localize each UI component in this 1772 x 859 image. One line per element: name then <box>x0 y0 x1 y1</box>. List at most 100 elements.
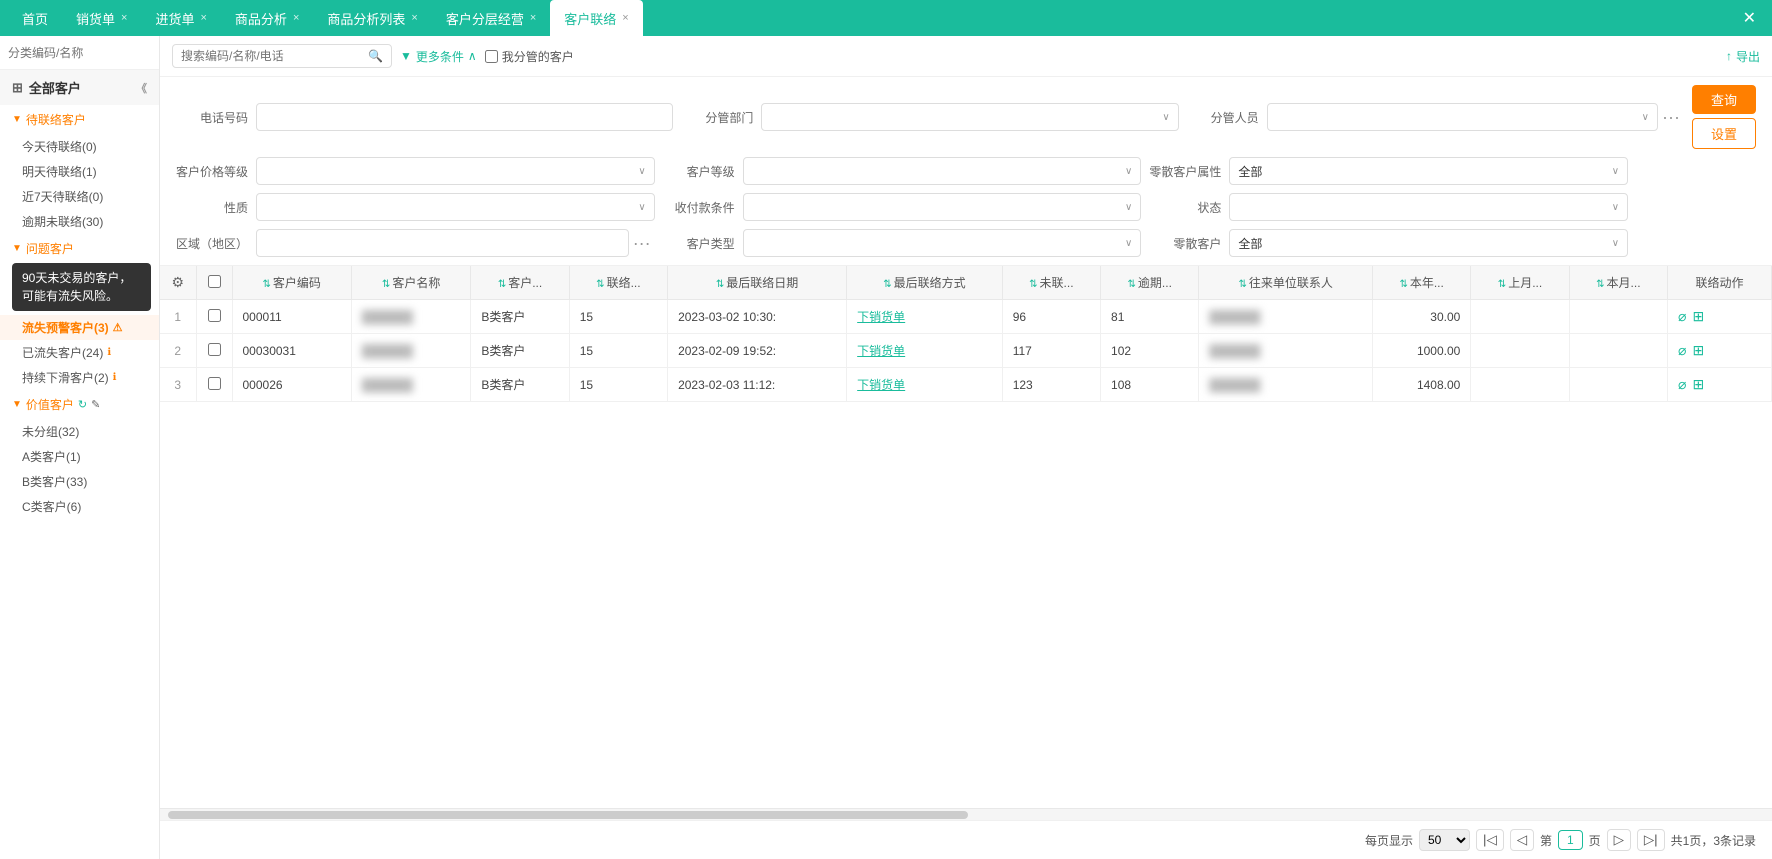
sidebar-item-churn-warning[interactable]: 流失预警客户(3) ⚠ <box>0 315 159 340</box>
close-tab-customer-tier[interactable]: × <box>530 12 536 24</box>
sidebar-search-input[interactable] <box>8 46 160 60</box>
sidebar-item-classA[interactable]: A类客户(1) <box>0 444 159 469</box>
filter-panel: 电话号码 分管部门 ∨ 分管人员 ∨ ··· <box>160 77 1772 266</box>
query-button[interactable]: 查询 <box>1692 85 1756 114</box>
customer-type-select[interactable]: ∨ <box>743 229 1142 257</box>
action-link-icon-1[interactable]: ⌀ <box>1678 342 1686 359</box>
sidebar-item-declining[interactable]: 持续下滑客户(2) ℹ <box>0 365 159 390</box>
nature-select[interactable]: ∨ <box>256 193 655 221</box>
search-input[interactable] <box>181 49 368 63</box>
row-last-way-0[interactable]: 下销货单 <box>847 300 1003 334</box>
sidebar-item-ungrouped[interactable]: 未分组(32) <box>0 419 159 444</box>
region-more-icon[interactable]: ··· <box>629 233 655 254</box>
my-customers-check[interactable] <box>485 50 498 63</box>
sidebar-item-churned[interactable]: 已流失客户(24) ℹ <box>0 340 159 365</box>
retail-attr-select[interactable]: 全部 ∨ <box>1229 157 1628 185</box>
collapse-sidebar-icon[interactable]: 《 <box>136 80 147 96</box>
manager-select[interactable]: ∨ <box>1267 103 1658 131</box>
col-contact: ⇅联络... <box>569 266 667 300</box>
row-last-month-2 <box>1471 368 1569 402</box>
select-all-checkbox[interactable] <box>208 275 221 288</box>
status-label: 状态 <box>1149 199 1221 216</box>
status-select[interactable]: ∨ <box>1229 193 1628 221</box>
tab-sales[interactable]: 销货单 × <box>62 0 141 36</box>
sidebar-search-container: 🔍 <box>0 36 159 70</box>
edit-icon[interactable]: ✎ <box>91 398 100 411</box>
filter-status: 状态 ∨ <box>1149 193 1628 221</box>
retail-customer-select[interactable]: 全部 ∨ <box>1229 229 1628 257</box>
row-code-0: 000011 <box>232 300 351 334</box>
sidebar-item-today[interactable]: 今天待联络(0) <box>0 134 159 159</box>
per-page-select[interactable]: 50 100 200 <box>1419 829 1470 851</box>
close-all-button[interactable]: ✕ <box>1735 8 1764 28</box>
sidebar-section-value[interactable]: ▼ 价值客户 ↻ ✎ <box>0 390 159 419</box>
sidebar-item-overdue[interactable]: 逾期未联络(30) <box>0 209 159 234</box>
sidebar-item-classB[interactable]: B类客户(33) <box>0 469 159 494</box>
sidebar-section-pending[interactable]: ▼ 待联络客户 <box>0 105 159 134</box>
tab-customer-contact[interactable]: 客户联络 × <box>550 0 642 36</box>
sort-icon-code: ⇅ <box>263 279 271 290</box>
first-page-button[interactable]: |◁ <box>1476 829 1504 851</box>
row-no-contact-2: 123 <box>1002 368 1100 402</box>
price-level-select[interactable]: ∨ <box>256 157 655 185</box>
col-this-year: ⇅本年... <box>1372 266 1470 300</box>
row-last-way-1[interactable]: 下销货单 <box>847 334 1003 368</box>
row-contact-0: 15 <box>569 300 667 334</box>
settings-button[interactable]: 设置 <box>1692 118 1756 149</box>
close-tab-purchase[interactable]: × <box>200 12 206 24</box>
table-area: ⚙ ⇅客户编码 ⇅客户名称 ⇅客户... <box>160 266 1772 808</box>
row-check-2[interactable] <box>208 377 221 390</box>
sidebar-all-customers[interactable]: ⊞ 全部客户 《 <box>0 70 159 105</box>
refresh-icon[interactable]: ↻ <box>78 398 87 411</box>
tab-home[interactable]: 首页 <box>8 0 62 36</box>
page-suffix: 页 <box>1589 832 1601 849</box>
search-button[interactable]: 🔍 <box>368 49 383 63</box>
last-page-button[interactable]: ▷| <box>1637 829 1665 851</box>
customer-type-chev-icon: ∨ <box>1125 238 1132 249</box>
nature-chev-icon: ∨ <box>638 202 645 213</box>
my-customers-checkbox[interactable]: 我分管的客户 <box>485 48 574 65</box>
table-row: 1 000011 ██████ B类客户 15 2023-03-02 10:30… <box>160 300 1772 334</box>
horizontal-scrollbar[interactable] <box>160 808 1772 820</box>
row-check-1[interactable] <box>208 343 221 356</box>
sidebar-section-problem[interactable]: ▼ 问题客户 <box>0 234 159 263</box>
region-label: 区域（地区） <box>176 235 248 252</box>
manager-more-icon[interactable]: ··· <box>1658 107 1684 128</box>
sidebar-item-tomorrow[interactable]: 明天待联络(1) <box>0 159 159 184</box>
filter-action-buttons: 查询 设置 <box>1692 85 1756 149</box>
table-gear-icon[interactable]: ⚙ <box>171 274 184 290</box>
sidebar-item-classC[interactable]: C类客户(6) <box>0 494 159 519</box>
dept-select[interactable]: ∨ <box>761 103 1178 131</box>
row-check-0[interactable] <box>208 309 221 322</box>
action-grid-icon-2[interactable]: ⊞ <box>1692 376 1704 393</box>
row-checkbox-1 <box>196 334 232 368</box>
next-page-button[interactable]: ▷ <box>1607 829 1631 851</box>
action-link-icon-0[interactable]: ⌀ <box>1678 308 1686 325</box>
row-last-way-2[interactable]: 下销货单 <box>847 368 1003 402</box>
price-level-chev-icon: ∨ <box>638 166 645 177</box>
close-tab-analysis-list[interactable]: × <box>411 12 417 24</box>
close-tab-sales[interactable]: × <box>121 12 127 24</box>
scrollbar-thumb[interactable] <box>168 811 968 819</box>
tab-purchase[interactable]: 进货单 × <box>141 0 220 36</box>
prev-page-button[interactable]: ◁ <box>1510 829 1534 851</box>
tab-analysis[interactable]: 商品分析 × <box>221 0 313 36</box>
action-grid-icon-1[interactable]: ⊞ <box>1692 342 1704 359</box>
tab-customer-tier[interactable]: 客户分层经营 × <box>432 0 550 36</box>
row-unit-contact-1: ██████ <box>1199 334 1373 368</box>
row-overdue-1: 102 <box>1101 334 1199 368</box>
payment-select[interactable]: ∨ <box>743 193 1142 221</box>
region-select[interactable] <box>256 229 629 257</box>
action-grid-icon-0[interactable]: ⊞ <box>1692 308 1704 325</box>
close-tab-customer-contact[interactable]: × <box>622 12 628 24</box>
action-link-icon-2[interactable]: ⌀ <box>1678 376 1686 393</box>
filter-more-button[interactable]: ▼ 更多条件 ∧ <box>400 48 477 65</box>
tab-analysis-list[interactable]: 商品分析列表 × <box>313 0 431 36</box>
close-tab-analysis[interactable]: × <box>293 12 299 24</box>
total-info: 共1页，3条记录 <box>1671 832 1756 849</box>
row-last-month-1 <box>1471 334 1569 368</box>
phone-input[interactable] <box>256 103 673 131</box>
sidebar-item-7days[interactable]: 近7天待联络(0) <box>0 184 159 209</box>
customer-level-select[interactable]: ∨ <box>743 157 1142 185</box>
export-button[interactable]: ↑ 导出 <box>1726 48 1760 65</box>
